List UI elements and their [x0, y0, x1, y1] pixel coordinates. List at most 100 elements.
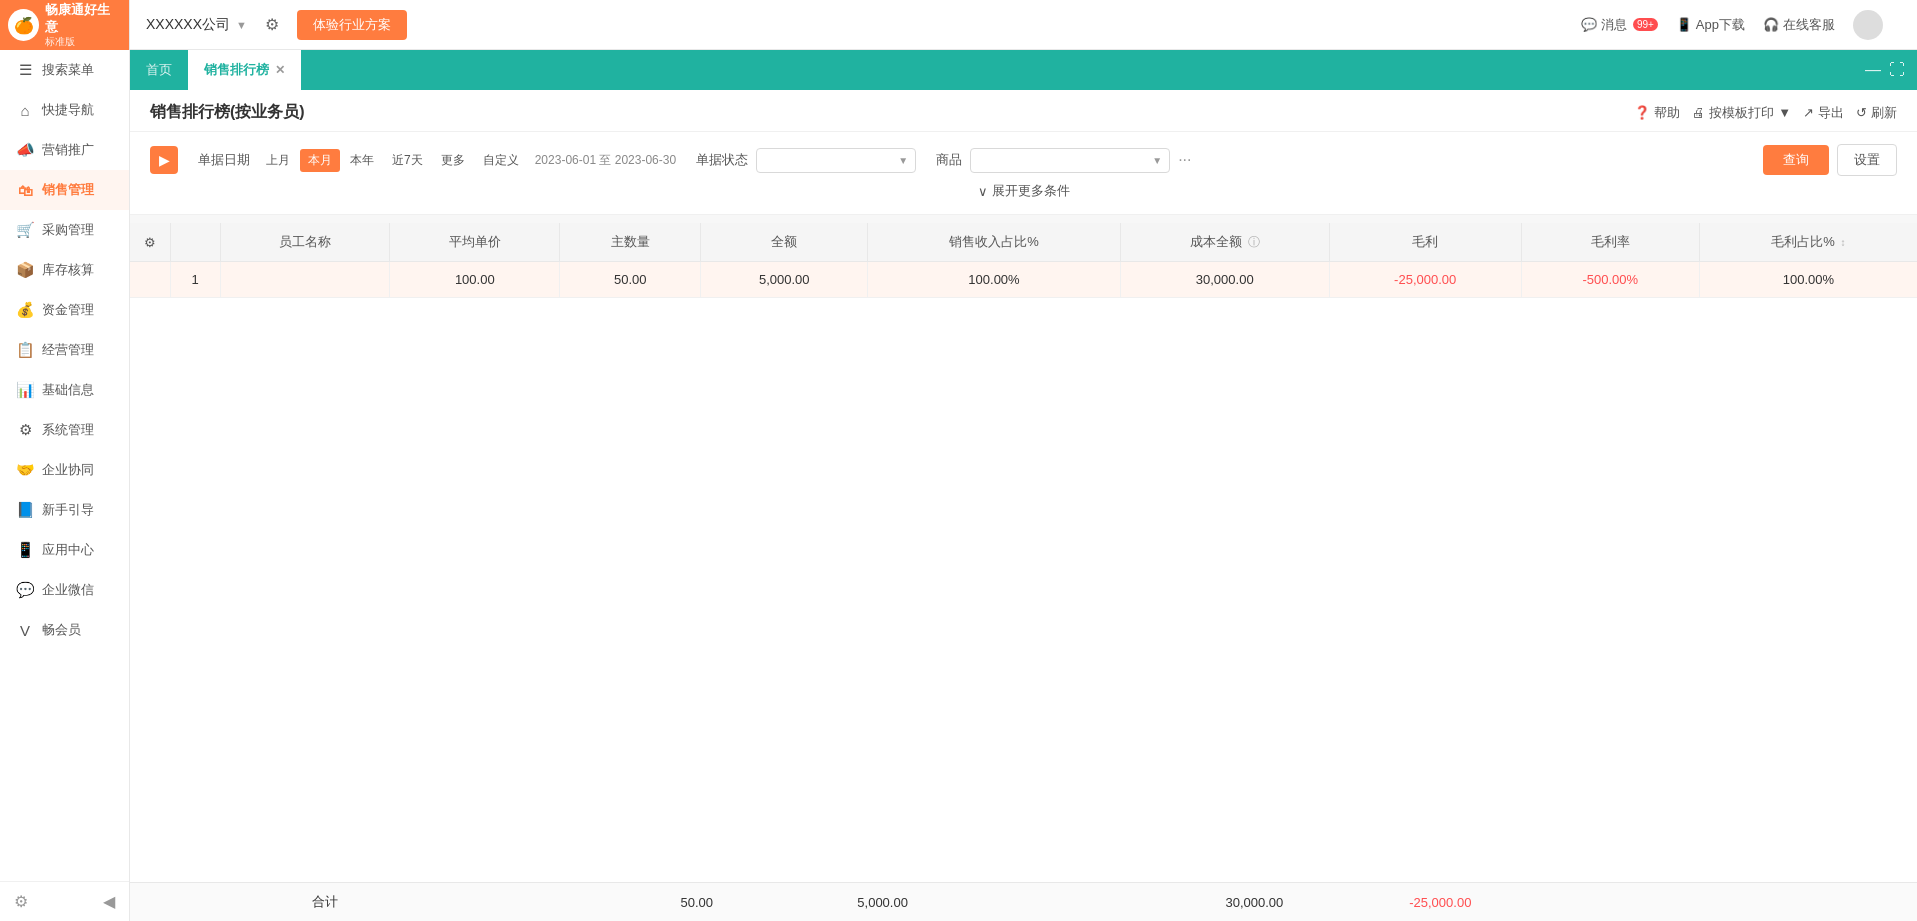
th-amount: 全额: [701, 223, 868, 262]
sidebar-item-quick-nav[interactable]: ⌂快捷导航: [0, 90, 129, 130]
tab-controls: — ⛶: [1865, 61, 1917, 79]
date-tab-recent7[interactable]: 近7天: [384, 149, 431, 172]
tab-maximize-icon[interactable]: ⛶: [1889, 61, 1905, 79]
td-profit-0: -25,000.00: [1329, 262, 1521, 298]
date-tab-current-year[interactable]: 本年: [342, 149, 382, 172]
trial-button[interactable]: 体验行业方案: [297, 10, 407, 40]
top-header: XXXXXX公司 ▼ ⚙ 体验行业方案 💬 消息 99+ 📱 App下载 🎧 在…: [130, 0, 1917, 50]
sidebar-item-finance[interactable]: 💰 资金管理: [0, 290, 129, 330]
sidebar-icon-inventory: 📦: [16, 261, 34, 279]
th-employee: 员工名称: [220, 223, 390, 262]
th-main-qty: 主数量: [560, 223, 701, 262]
refresh-button[interactable]: ↺ 刷新: [1856, 104, 1897, 122]
sidebar-label-guide: 新手引导: [42, 501, 94, 519]
td-avg-price-0: 100.00: [390, 262, 560, 298]
page-actions: ❓ 帮助 🖨 按模板打印 ▼ ↗ 导出 ↺ 刷新: [1634, 104, 1897, 122]
th-profit: 毛利: [1329, 223, 1521, 262]
sidebar-label-purchase: 采购管理: [42, 221, 94, 239]
goods-select[interactable]: [970, 148, 1170, 173]
tab-sales-rank[interactable]: 销售排行榜 ✕: [188, 50, 301, 90]
settings-button[interactable]: 设置: [1837, 144, 1897, 176]
sidebar-item-enterprise[interactable]: 🤝企业协同: [0, 450, 129, 490]
sidebar-item-member[interactable]: V畅会员: [0, 610, 129, 650]
message-action[interactable]: 💬 消息 99+: [1581, 16, 1658, 34]
header-right: 💬 消息 99+ 📱 App下载 🎧 在线客服: [1581, 10, 1901, 40]
tab-close-icon[interactable]: ✕: [275, 63, 285, 77]
sidebar-icon-enterprise: 🤝: [16, 461, 34, 479]
sidebar-label-quick-nav: 快捷导航: [42, 101, 94, 119]
sidebar-item-sales[interactable]: 🛍 销售管理: [0, 170, 129, 210]
app-logo: 🍊 畅康通好生意 标准版: [0, 0, 129, 50]
sidebar-item-wechat[interactable]: 💬企业微信: [0, 570, 129, 610]
profit-pct-sort-icon[interactable]: ↕: [1840, 237, 1845, 248]
template-print-button[interactable]: 🖨 按模板打印 ▼: [1692, 104, 1791, 122]
action-buttons: 查询 设置: [1763, 144, 1897, 176]
tab-home[interactable]: 首页: [130, 50, 188, 90]
company-selector[interactable]: XXXXXX公司 ▼: [146, 16, 247, 34]
sidebar-icon-purchase: 🛒: [16, 221, 34, 239]
filter-more-row: ∨ 展开更多条件: [150, 176, 1897, 202]
td-profit-pct-0: 100.00%: [1699, 262, 1917, 298]
table-footer: 合计 50.00 5,000.00 30,000.00 -25,000.00: [130, 882, 1917, 921]
export-button[interactable]: ↗ 导出: [1803, 104, 1844, 122]
table-area: ⚙ 员工名称 平均单价 主数量 全额 销售收入占比% 成本全额 ⓘ 毛利 毛利率…: [130, 223, 1917, 921]
data-table: ⚙ 员工名称 平均单价 主数量 全额 销售收入占比% 成本全额 ⓘ 毛利 毛利率…: [130, 223, 1917, 298]
sidebar-item-search-order[interactable]: ☰搜索菜单: [0, 50, 129, 90]
td-main-qty-0: 50.00: [560, 262, 701, 298]
sidebar-label-operation: 经营管理: [42, 341, 94, 359]
logo-icon: 🍊: [8, 9, 39, 41]
sidebar-item-purchase[interactable]: 🛒 采购管理: [0, 210, 129, 250]
tab-home-label: 首页: [146, 61, 172, 79]
table-body: 1 100.00 50.00 5,000.00 100.00% 30,000.0…: [130, 262, 1917, 298]
more-filter-icon[interactable]: ···: [1178, 151, 1191, 169]
query-button[interactable]: 查询: [1763, 145, 1829, 175]
sidebar-item-basic-info[interactable]: 📊基础信息: [0, 370, 129, 410]
avatar[interactable]: [1853, 10, 1883, 40]
date-tab-prev-month[interactable]: 上月: [258, 149, 298, 172]
tab-minimize-icon[interactable]: —: [1865, 61, 1881, 79]
message-label: 消息: [1601, 16, 1627, 34]
sidebar-item-system[interactable]: ⚙系统管理: [0, 410, 129, 450]
cost-help-icon[interactable]: ⓘ: [1248, 235, 1260, 249]
footer-profit: -25,000.00: [1347, 895, 1533, 910]
date-tab-more[interactable]: 更多: [433, 149, 473, 172]
app-version: 标准版: [45, 35, 121, 48]
sidebar-label-system: 系统管理: [42, 421, 94, 439]
sidebar-item-marketing[interactable]: 📣营销推广: [0, 130, 129, 170]
th-sales-pct: 销售收入占比%: [868, 223, 1121, 262]
sidebar-item-guide[interactable]: 📘新手引导: [0, 490, 129, 530]
message-badge: 99+: [1633, 18, 1658, 31]
td-cost-amount-0: 30,000.00: [1120, 262, 1329, 298]
th-profit-pct: 毛利占比% ↕: [1699, 223, 1917, 262]
status-select[interactable]: [756, 148, 916, 173]
sidebar-label-sales: 销售管理: [42, 181, 94, 199]
footer-main-qty: 50.00: [604, 895, 790, 910]
expand-conditions-button[interactable]: ∨ 展开更多条件: [978, 182, 1070, 200]
sidebar-item-inventory[interactable]: 📦库存核算: [0, 250, 129, 290]
sidebar-icon-sales: 🛍: [16, 182, 34, 199]
sidebar-label-finance: 资金管理: [42, 301, 94, 319]
online-service-action[interactable]: 🎧 在线客服: [1763, 16, 1835, 34]
filter-area: ▶ 单据日期 上月 本月 本年 近7天 更多 自定义 2023-06-01 至 …: [130, 132, 1917, 215]
settings-footer-icon[interactable]: ⚙: [14, 892, 28, 911]
print-chevron-icon: ▼: [1778, 105, 1791, 120]
date-tab-current-month[interactable]: 本月: [300, 149, 340, 172]
status-label: 单据状态: [696, 151, 748, 169]
online-service-label: 在线客服: [1783, 16, 1835, 34]
app-download-action[interactable]: 📱 App下载: [1676, 16, 1745, 34]
collapse-icon[interactable]: ◀: [103, 892, 115, 911]
page-title: 销售排行榜(按业务员): [150, 102, 305, 123]
table-header-row: ⚙ 员工名称 平均单价 主数量 全额 销售收入占比% 成本全额 ⓘ 毛利 毛利率…: [130, 223, 1917, 262]
export-icon: ↗: [1803, 105, 1814, 120]
goods-select-wrapper: [970, 148, 1170, 173]
filter-row-1: ▶ 单据日期 上月 本月 本年 近7天 更多 自定义 2023-06-01 至 …: [150, 144, 1897, 176]
sidebar-item-app-center[interactable]: 📱应用中心: [0, 530, 129, 570]
tab-sales-rank-label: 销售排行榜: [204, 61, 269, 79]
refresh-icon: ↺: [1856, 105, 1867, 120]
sidebar-icon-finance: 💰: [16, 301, 34, 319]
help-button[interactable]: ❓ 帮助: [1634, 104, 1680, 122]
filter-toggle-button[interactable]: ▶: [150, 146, 178, 174]
date-tab-custom[interactable]: 自定义: [475, 149, 527, 172]
header-gear-button[interactable]: ⚙: [257, 10, 287, 40]
sidebar-item-operation[interactable]: 📋经营管理: [0, 330, 129, 370]
